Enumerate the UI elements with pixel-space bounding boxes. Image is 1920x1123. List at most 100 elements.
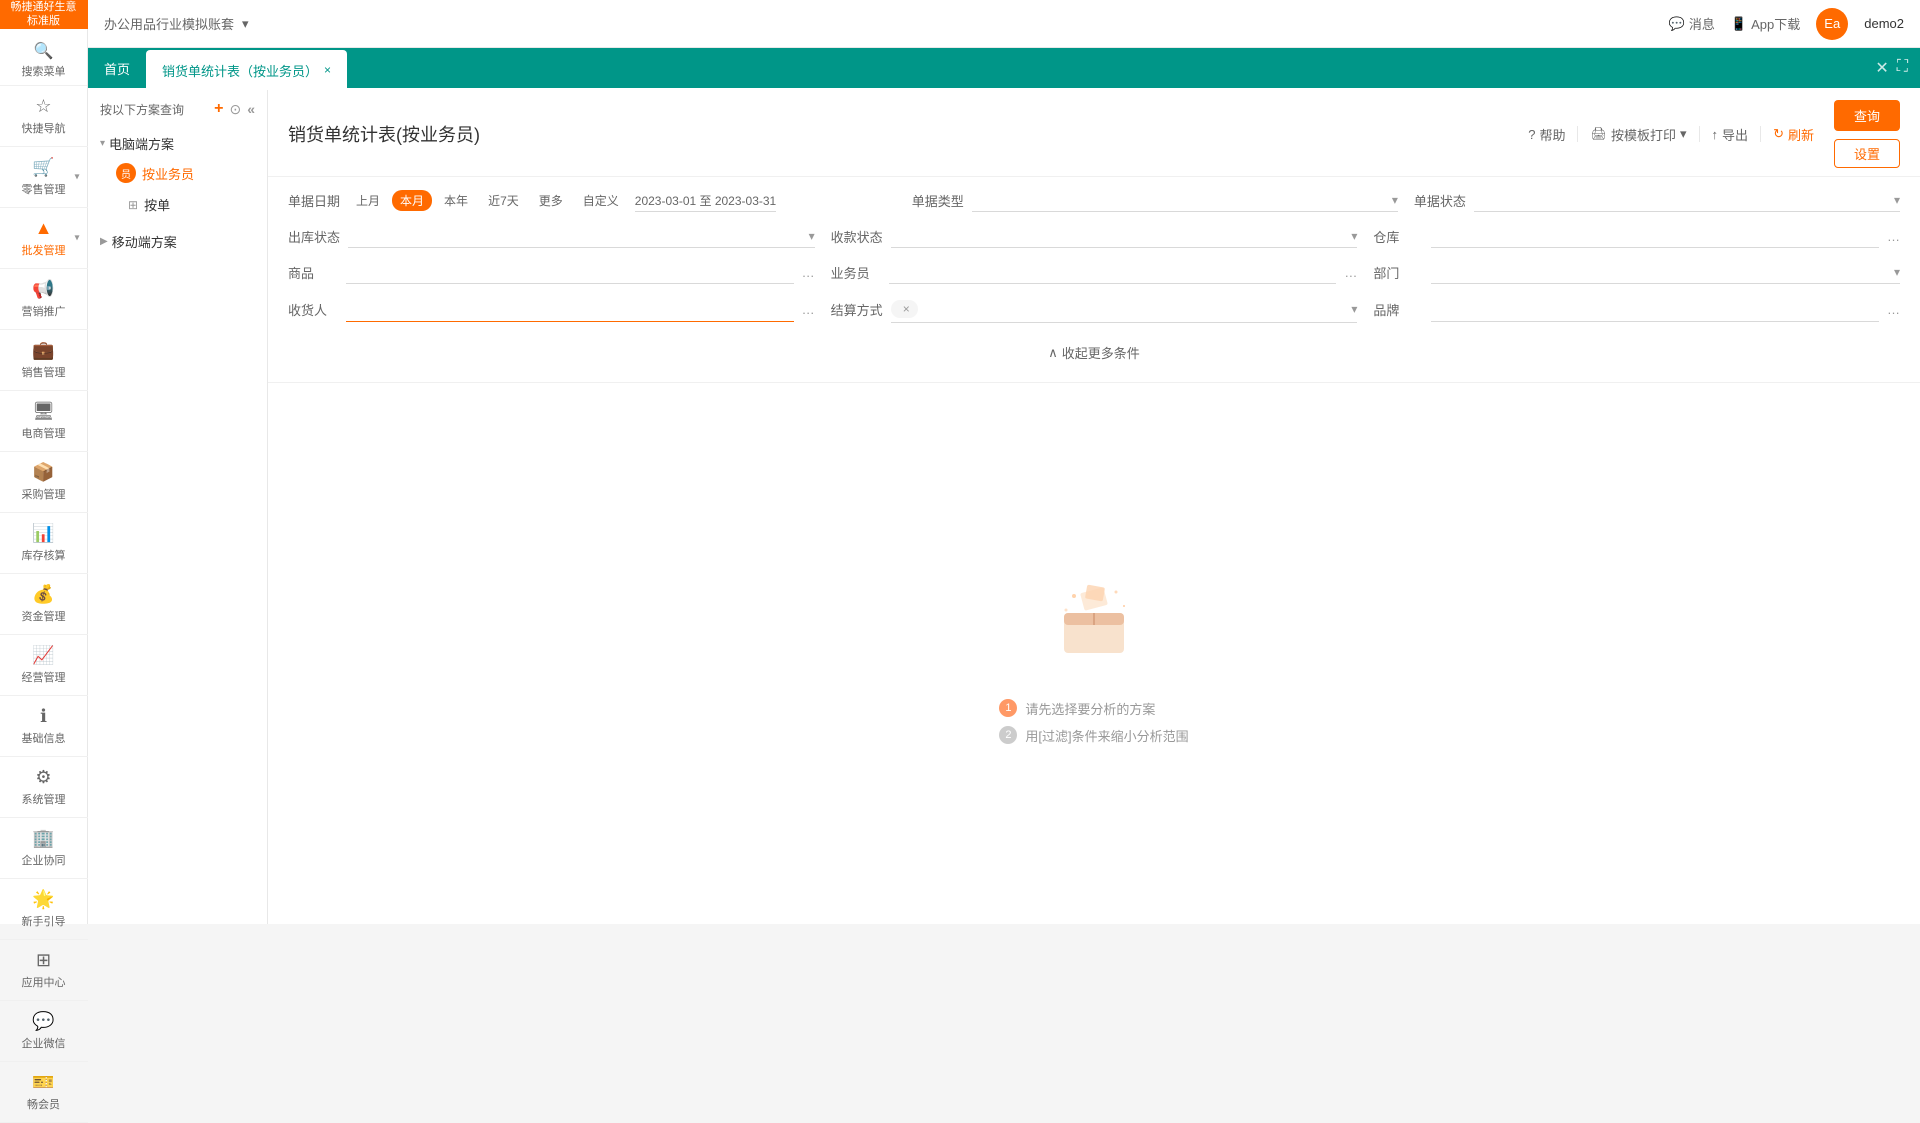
empty-tips: 1 请先选择要分析的方案 2 用[过滤]条件来缩小分析范围 xyxy=(999,699,1188,745)
date-tab-this-month[interactable]: 本月 xyxy=(392,190,432,211)
scheme-by-order[interactable]: ⊞ 按单 xyxy=(88,189,267,220)
out-status-filter: 出库状态 ▾ xyxy=(288,225,815,248)
desktop-scheme-toggle[interactable]: ▾ 电脑端方案 xyxy=(88,130,267,157)
print-label: 按模板打印 xyxy=(1611,125,1676,144)
sidebar-item-enterprise[interactable]: 🏢 企业协同 xyxy=(0,818,88,879)
user-avatar[interactable]: Ea xyxy=(1816,8,1848,40)
content-area: 按以下方案查询 + ⊙ « ▾ 电脑端方案 员 按业务员 ⊞ 按单 xyxy=(88,88,1920,924)
sidebar-search-item[interactable]: 🔍 搜索菜单 xyxy=(0,29,87,86)
print-action[interactable]: 🖨 按模板打印 ▾ xyxy=(1590,125,1686,144)
tab-close-icon[interactable]: × xyxy=(324,63,331,77)
sidebar-item-inventory[interactable]: 📊 库存核算 xyxy=(0,513,88,574)
sidebar-item-operations[interactable]: 📈 经营管理 xyxy=(0,635,88,696)
doc-type-select[interactable]: ▾ xyxy=(972,189,1398,212)
doc-status-label: 单据状态 xyxy=(1414,191,1466,210)
sidebar-item-wholesale[interactable]: ▲ 批发管理 ▾ xyxy=(0,208,88,269)
tabbar: 首页 销货单统计表（按业务员） × ✕ ⛶ xyxy=(88,48,1920,88)
page-header: 销货单统计表(按业务员) ? 帮助 🖨 按模板打印 ▾ ↑ xyxy=(268,88,1920,177)
out-status-select[interactable]: ▾ xyxy=(348,225,815,248)
doc-type-label: 单据类型 xyxy=(912,191,964,210)
app-download-action[interactable]: 📱 App下载 xyxy=(1731,14,1800,33)
sidebar-item-newbie[interactable]: 🌟 新手引导 xyxy=(0,879,88,940)
shortcut-label: 快捷导航 xyxy=(22,120,66,136)
wholesale-arrow: ▾ xyxy=(74,232,79,243)
mobile-arrow: ▶ xyxy=(100,236,108,247)
date-filter: 单据日期 上月 本月 本年 近7天 更多 自定义 2023-03-01 至 20… xyxy=(288,190,896,212)
retail-icon: 🛒 xyxy=(32,157,54,178)
refresh-label: 刷新 xyxy=(1788,125,1814,144)
filter-area: 单据日期 上月 本月 本年 近7天 更多 自定义 2023-03-01 至 20… xyxy=(268,177,1920,383)
goods-dots[interactable]: … xyxy=(802,265,815,280)
system-icon: ⚙ xyxy=(35,767,51,788)
collapse-bar[interactable]: ∧ 收起更多条件 xyxy=(288,335,1900,370)
export-action[interactable]: ↑ 导出 xyxy=(1712,125,1749,144)
mobile-scheme-toggle[interactable]: ▶ 移动端方案 xyxy=(88,228,267,255)
doc-type-filter: 单据类型 ▾ xyxy=(912,189,1398,212)
receiver-dots[interactable]: … xyxy=(802,302,815,317)
sidebar-item-wechat[interactable]: 💬 企业微信 xyxy=(0,1001,88,1062)
warehouse-dots[interactable]: … xyxy=(1887,229,1900,244)
workspace-selector[interactable]: 办公用品行业模拟账套 ▾ xyxy=(104,14,249,33)
department-label: 部门 xyxy=(1373,263,1423,282)
tab-sales-stat[interactable]: 销货单统计表（按业务员） × xyxy=(146,50,347,90)
sidebar-item-sales[interactable]: 💼 销售管理 xyxy=(0,330,88,391)
brand-input[interactable] xyxy=(1431,298,1879,322)
user-label: demo2 xyxy=(1864,16,1904,31)
sidebar-item-basic[interactable]: ℹ 基础信息 xyxy=(0,696,88,757)
help-action[interactable]: ? 帮助 xyxy=(1528,125,1565,144)
settlement-select[interactable]: × ▾ xyxy=(891,296,1358,323)
window-expand-btn[interactable]: ⛶ xyxy=(1897,58,1908,78)
sidebar-shortcut[interactable]: ☆ 快捷导航 xyxy=(0,86,88,147)
message-action[interactable]: 💬 消息 xyxy=(1669,14,1715,33)
brand-label: 品牌 xyxy=(1373,300,1423,319)
search-label: 搜索菜单 xyxy=(22,63,66,79)
sidebar-item-system[interactable]: ⚙ 系统管理 xyxy=(0,757,88,818)
department-select[interactable]: ▾ xyxy=(1431,261,1900,284)
staff-input[interactable] xyxy=(889,260,1337,284)
settings-scheme-btn[interactable]: ⊙ xyxy=(229,101,241,118)
desktop-scheme-group: ▾ 电脑端方案 员 按业务员 ⊞ 按单 xyxy=(88,126,267,224)
date-range-display[interactable]: 2023-03-01 至 2023-03-31 xyxy=(635,190,776,212)
settings-button[interactable]: 设置 xyxy=(1834,139,1900,168)
tip-text-1: 请先选择要分析的方案 xyxy=(1025,699,1155,718)
export-label: 导出 xyxy=(1722,125,1748,144)
tab-home[interactable]: 首页 xyxy=(88,48,146,88)
date-tab-more[interactable]: 更多 xyxy=(531,190,571,211)
sidebar-item-purchase[interactable]: 📦 采购管理 xyxy=(0,452,88,513)
operations-icon: 📈 xyxy=(32,645,54,666)
tip-num-1: 1 xyxy=(999,699,1017,717)
doc-status-select[interactable]: ▾ xyxy=(1474,189,1900,212)
window-close-btn[interactable]: ✕ xyxy=(1875,58,1888,78)
settlement-clear-btn[interactable]: × xyxy=(903,302,910,316)
add-scheme-btn[interactable]: + xyxy=(214,100,223,118)
warehouse-input[interactable] xyxy=(1431,224,1879,248)
collapse-panel-btn[interactable]: « xyxy=(247,101,255,117)
date-tab-last-month[interactable]: 上月 xyxy=(348,190,388,211)
empty-illustration xyxy=(1034,563,1154,683)
action-divider2 xyxy=(1699,126,1700,142)
panel-actions: + ⊙ « xyxy=(214,100,255,118)
sidebar-item-ecommerce[interactable]: 🖥 电商管理 xyxy=(0,391,88,452)
goods-input[interactable] xyxy=(346,260,794,284)
query-button[interactable]: 查询 xyxy=(1834,100,1900,131)
sidebar-item-finance[interactable]: 💰 资金管理 xyxy=(0,574,88,635)
sidebar-item-marketing[interactable]: 📢 营销推广 xyxy=(0,269,88,330)
apps-icon: ⊞ xyxy=(36,950,51,971)
scheme-by-staff[interactable]: 员 按业务员 xyxy=(88,157,267,189)
receiver-input[interactable] xyxy=(346,298,794,322)
brand-dots[interactable]: … xyxy=(1887,302,1900,317)
sidebar-item-member[interactable]: 🎫 畅会员 xyxy=(0,1062,88,1123)
refresh-action[interactable]: ↻ 刷新 xyxy=(1773,125,1814,144)
wholesale-icon: ▲ xyxy=(35,218,53,239)
tip-text-2: 用[过滤]条件来缩小分析范围 xyxy=(1025,726,1188,745)
payment-status-select[interactable]: ▾ xyxy=(891,225,1358,248)
date-tab-this-year[interactable]: 本年 xyxy=(436,190,476,211)
by-order-icon: ⊞ xyxy=(128,198,138,212)
date-tab-last-7[interactable]: 近7天 xyxy=(480,190,527,211)
doc-status-arrow: ▾ xyxy=(1894,193,1900,207)
date-tab-custom[interactable]: 自定义 xyxy=(575,190,627,211)
staff-dots[interactable]: … xyxy=(1344,265,1357,280)
sidebar-item-apps[interactable]: ⊞ 应用中心 xyxy=(0,940,88,1001)
tip-num-2: 2 xyxy=(999,726,1017,744)
sidebar-item-retail[interactable]: 🛒 零售管理 ▾ xyxy=(0,147,88,208)
